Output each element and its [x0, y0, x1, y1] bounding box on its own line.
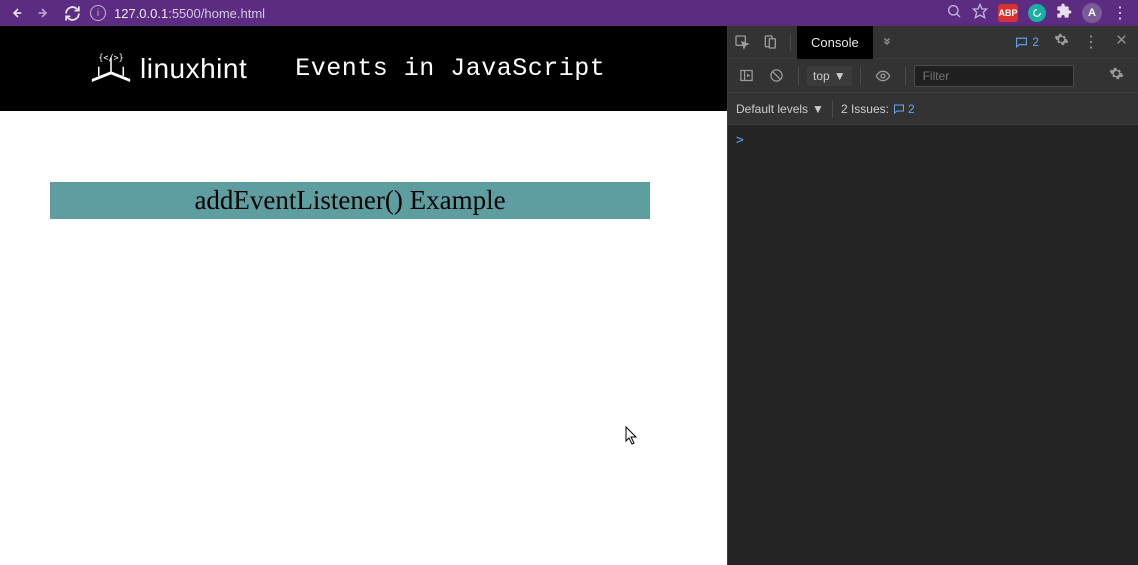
- log-levels-dropdown[interactable]: Default levels ▼: [736, 102, 824, 116]
- page-viewport: {</>} linuxhint Events in JavaScript add…: [0, 26, 727, 565]
- logo-text: linuxhint: [140, 53, 247, 85]
- back-button[interactable]: [6, 3, 26, 23]
- console-prompt-icon: >: [736, 133, 744, 148]
- console-output[interactable]: >: [728, 125, 1138, 565]
- example-heading: addEventListener() Example: [50, 182, 650, 219]
- site-info-icon[interactable]: i: [90, 5, 106, 21]
- chevron-down-icon: ▼: [834, 69, 846, 83]
- devtools-settings-icon[interactable]: [1046, 32, 1077, 52]
- page-content: addEventListener() Example: [0, 111, 727, 565]
- chevron-down-icon: ▼: [812, 102, 824, 116]
- toolbar-right: ABP A ⋮: [946, 3, 1132, 24]
- chrome-menu-icon[interactable]: ⋮: [1112, 3, 1126, 23]
- address-bar[interactable]: i 127.0.0.1:5500/home.html: [90, 5, 938, 21]
- messages-badge[interactable]: 2: [1008, 32, 1046, 52]
- devtools-panel: Console 2 ⋮: [727, 26, 1138, 565]
- forward-button[interactable]: [34, 3, 54, 23]
- browser-toolbar: i 127.0.0.1:5500/home.html ABP A ⋮: [0, 0, 1138, 26]
- bookmark-star-icon[interactable]: [972, 3, 988, 24]
- devtools-menu-icon[interactable]: ⋮: [1077, 32, 1105, 52]
- extension-abp-icon[interactable]: ABP: [998, 4, 1018, 22]
- filter-input-wrap: [914, 65, 1074, 87]
- tab-console[interactable]: Console: [797, 26, 873, 59]
- context-selector[interactable]: top ▼: [807, 66, 852, 86]
- svg-text:{</>}: {</>}: [98, 52, 123, 62]
- profile-avatar[interactable]: A: [1082, 3, 1102, 23]
- devtools-tabstrip: Console 2 ⋮: [728, 26, 1138, 59]
- logo: {</>} linuxhint: [88, 49, 247, 89]
- devtools-close-icon[interactable]: [1105, 33, 1138, 51]
- reload-button[interactable]: [62, 3, 82, 23]
- zoom-icon[interactable]: [946, 3, 962, 24]
- live-expression-icon[interactable]: [869, 59, 897, 92]
- logo-mark-icon: {</>}: [88, 49, 134, 89]
- device-toggle-icon[interactable]: [756, 26, 784, 59]
- console-sidebar-toggle-icon[interactable]: [732, 59, 760, 92]
- issues-link[interactable]: 2 Issues: 2: [841, 102, 915, 116]
- mouse-cursor-icon: [625, 426, 639, 446]
- url-text: 127.0.0.1:5500/home.html: [114, 6, 265, 21]
- tabs-overflow-icon[interactable]: [873, 33, 901, 51]
- extension-grammarly-icon[interactable]: [1028, 4, 1046, 22]
- page-banner: {</>} linuxhint Events in JavaScript: [0, 26, 727, 111]
- console-levels-bar: Default levels ▼ 2 Issues: 2: [728, 93, 1138, 125]
- console-settings-icon[interactable]: [1099, 66, 1134, 86]
- filter-input[interactable]: [914, 65, 1074, 87]
- extensions-icon[interactable]: [1056, 3, 1072, 24]
- clear-console-icon[interactable]: [762, 59, 790, 92]
- banner-title: Events in JavaScript: [295, 54, 605, 83]
- console-toolbar: top ▼: [728, 59, 1138, 93]
- inspect-element-icon[interactable]: [728, 26, 756, 59]
